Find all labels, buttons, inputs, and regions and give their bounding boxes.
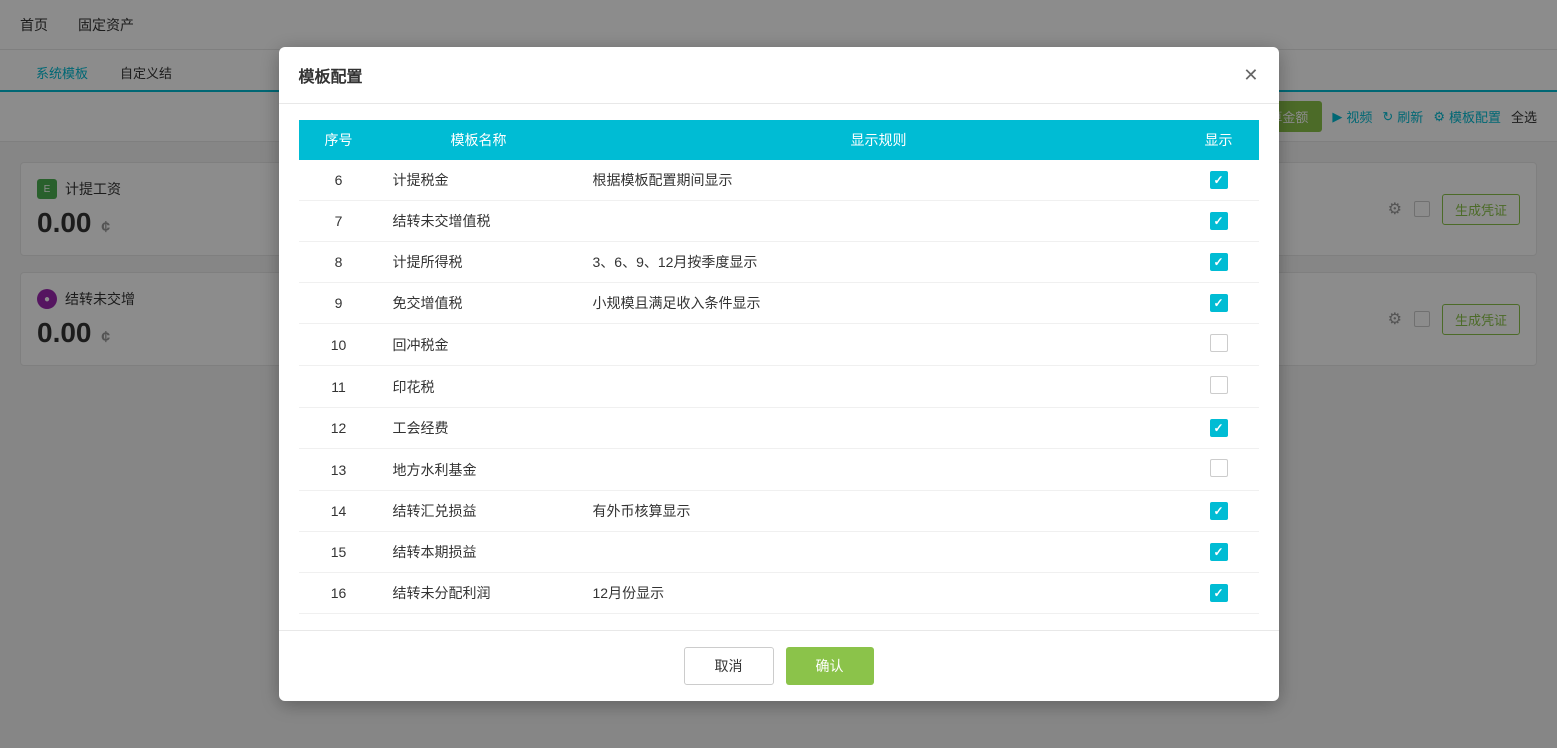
display-checkbox[interactable] bbox=[1210, 584, 1228, 602]
row-name: 地方水利基金 bbox=[379, 449, 579, 491]
modal-title: 模板配置 bbox=[299, 63, 363, 87]
row-rule bbox=[579, 532, 1179, 573]
row-rule: 3、6、9、12月按季度显示 bbox=[579, 242, 1179, 283]
table-row: 14结转汇兑损益有外币核算显示 bbox=[299, 491, 1259, 532]
display-checkbox[interactable] bbox=[1210, 212, 1228, 230]
row-display[interactable] bbox=[1179, 408, 1259, 449]
row-display[interactable] bbox=[1179, 366, 1259, 408]
table-row: 9免交增值税小规模且满足收入条件显示 bbox=[299, 283, 1259, 324]
row-name: 结转未交增值税 bbox=[379, 201, 579, 242]
table-row: 10回冲税金 bbox=[299, 324, 1259, 366]
row-id: 9 bbox=[299, 283, 379, 324]
row-rule: 有外币核算显示 bbox=[579, 491, 1179, 532]
table-row: 16结转未分配利润12月份显示 bbox=[299, 573, 1259, 614]
cancel-button[interactable]: 取消 bbox=[684, 647, 774, 685]
row-name: 印花税 bbox=[379, 366, 579, 408]
row-display[interactable] bbox=[1179, 324, 1259, 366]
modal-header: 模板配置 ✕ bbox=[279, 47, 1279, 104]
col-header-id: 序号 bbox=[299, 120, 379, 160]
confirm-button[interactable]: 确认 bbox=[786, 647, 874, 685]
row-rule bbox=[579, 324, 1179, 366]
table-row: 11印花税 bbox=[299, 366, 1259, 408]
row-id: 15 bbox=[299, 532, 379, 573]
table-row: 13地方水利基金 bbox=[299, 449, 1259, 491]
row-display[interactable] bbox=[1179, 283, 1259, 324]
row-id: 7 bbox=[299, 201, 379, 242]
row-rule: 根据模板配置期间显示 bbox=[579, 160, 1179, 201]
row-name: 回冲税金 bbox=[379, 324, 579, 366]
row-display[interactable] bbox=[1179, 449, 1259, 491]
row-id: 13 bbox=[299, 449, 379, 491]
row-display[interactable] bbox=[1179, 573, 1259, 614]
row-id: 16 bbox=[299, 573, 379, 614]
row-display[interactable] bbox=[1179, 532, 1259, 573]
row-rule bbox=[579, 449, 1179, 491]
display-checkbox[interactable] bbox=[1210, 294, 1228, 312]
row-id: 10 bbox=[299, 324, 379, 366]
row-id: 6 bbox=[299, 160, 379, 201]
display-checkbox[interactable] bbox=[1210, 171, 1228, 189]
display-checkbox[interactable] bbox=[1210, 419, 1228, 437]
modal-close-button[interactable]: ✕ bbox=[1243, 66, 1258, 84]
template-config-modal: 模板配置 ✕ 序号 模板名称 显示规则 显示 6计提税金根据模板配置期间显示7结… bbox=[279, 47, 1279, 701]
row-name: 免交增值税 bbox=[379, 283, 579, 324]
display-checkbox[interactable] bbox=[1210, 502, 1228, 520]
row-id: 12 bbox=[299, 408, 379, 449]
row-rule: 小规模且满足收入条件显示 bbox=[579, 283, 1179, 324]
display-checkbox[interactable] bbox=[1210, 334, 1228, 352]
row-id: 8 bbox=[299, 242, 379, 283]
col-header-rule: 显示规则 bbox=[579, 120, 1179, 160]
row-name: 结转本期损益 bbox=[379, 532, 579, 573]
modal-footer: 取消 确认 bbox=[279, 630, 1279, 701]
row-rule bbox=[579, 366, 1179, 408]
table-row: 7结转未交增值税 bbox=[299, 201, 1259, 242]
config-table: 序号 模板名称 显示规则 显示 6计提税金根据模板配置期间显示7结转未交增值税8… bbox=[299, 120, 1259, 614]
row-rule bbox=[579, 201, 1179, 242]
row-id: 11 bbox=[299, 366, 379, 408]
display-checkbox[interactable] bbox=[1210, 543, 1228, 561]
col-header-display: 显示 bbox=[1179, 120, 1259, 160]
table-row: 8计提所得税3、6、9、12月按季度显示 bbox=[299, 242, 1259, 283]
modal-overlay: 模板配置 ✕ 序号 模板名称 显示规则 显示 6计提税金根据模板配置期间显示7结… bbox=[0, 0, 1557, 748]
modal-body: 序号 模板名称 显示规则 显示 6计提税金根据模板配置期间显示7结转未交增值税8… bbox=[279, 104, 1279, 630]
row-name: 结转未分配利润 bbox=[379, 573, 579, 614]
row-display[interactable] bbox=[1179, 491, 1259, 532]
row-name: 计提所得税 bbox=[379, 242, 579, 283]
table-row: 12工会经费 bbox=[299, 408, 1259, 449]
row-id: 14 bbox=[299, 491, 379, 532]
row-display[interactable] bbox=[1179, 242, 1259, 283]
table-row: 6计提税金根据模板配置期间显示 bbox=[299, 160, 1259, 201]
table-row: 15结转本期损益 bbox=[299, 532, 1259, 573]
row-rule bbox=[579, 408, 1179, 449]
display-checkbox[interactable] bbox=[1210, 253, 1228, 271]
display-checkbox[interactable] bbox=[1210, 376, 1228, 394]
row-name: 计提税金 bbox=[379, 160, 579, 201]
row-name: 结转汇兑损益 bbox=[379, 491, 579, 532]
col-header-name: 模板名称 bbox=[379, 120, 579, 160]
row-display[interactable] bbox=[1179, 160, 1259, 201]
row-rule: 12月份显示 bbox=[579, 573, 1179, 614]
row-display[interactable] bbox=[1179, 201, 1259, 242]
display-checkbox[interactable] bbox=[1210, 459, 1228, 477]
row-name: 工会经费 bbox=[379, 408, 579, 449]
